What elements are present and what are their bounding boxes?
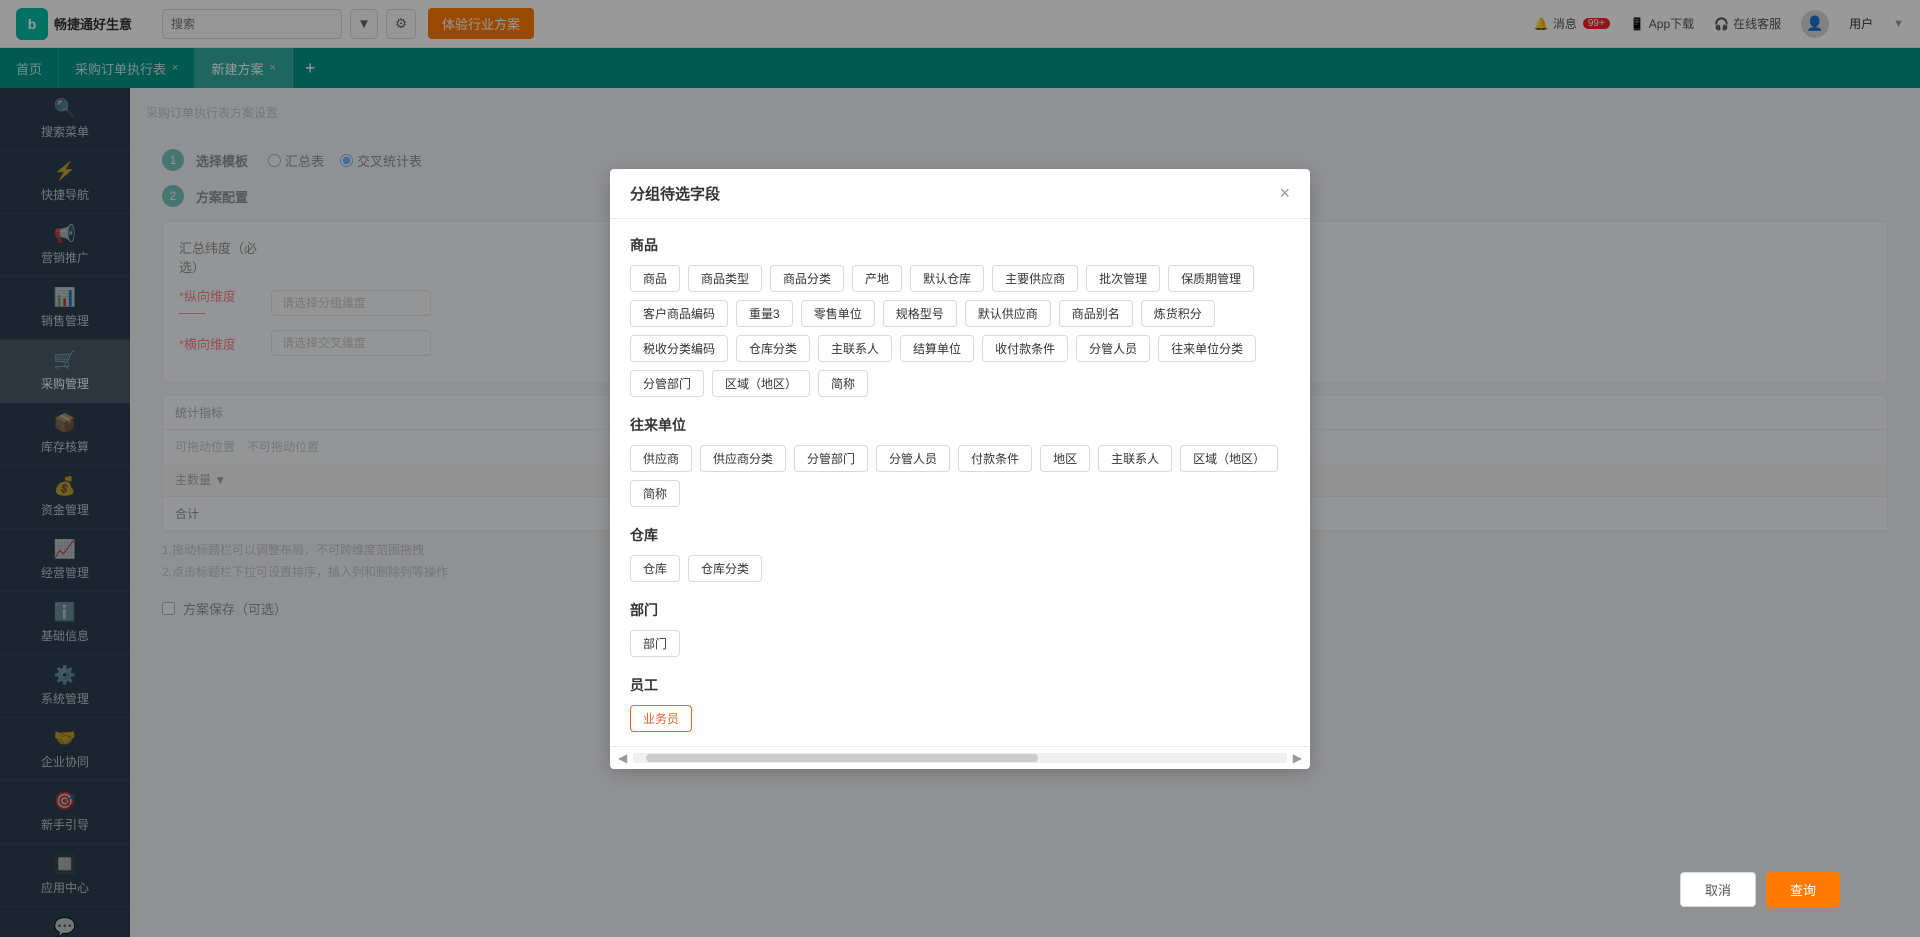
field-tag-settlement-unit[interactable]: 结算单位 [900, 335, 974, 362]
modal-scroll-wrapper: ◀ ▶ [610, 746, 1310, 769]
staff-field-tags: 业务员 [630, 705, 1290, 732]
field-tag-default-supplier[interactable]: 默认供应商 [965, 300, 1051, 327]
field-tag-customer-code[interactable]: 客户商品编码 [630, 300, 728, 327]
goods-field-tags: 商品 商品类型 商品分类 产地 默认仓库 主要供应商 批次管理 保质期管理 客户… [630, 265, 1290, 397]
warehouse-field-tags: 仓库 仓库分类 [630, 555, 1290, 582]
field-tag-partner-supervisor[interactable]: 分管人员 [876, 445, 950, 472]
field-tag-warehouse[interactable]: 仓库 [630, 555, 680, 582]
field-tag-batch-mgmt[interactable]: 批次管理 [1086, 265, 1160, 292]
scroll-right-arrow[interactable]: ▶ [1293, 751, 1302, 765]
field-tag-short-name[interactable]: 简称 [818, 370, 868, 397]
field-tag-supplier-category[interactable]: 供应商分类 [700, 445, 786, 472]
field-tag-main-contact[interactable]: 主联系人 [818, 335, 892, 362]
cancel-button[interactable]: 取消 [1680, 872, 1756, 907]
section-goods-title: 商品 [630, 235, 1290, 255]
dept-field-tags: 部门 [630, 630, 1290, 657]
field-tag-partner-short[interactable]: 简称 [630, 480, 680, 507]
field-tag-partner-contact[interactable]: 主联系人 [1098, 445, 1172, 472]
field-tag-partner-dept[interactable]: 分管部门 [794, 445, 868, 472]
modal-footer-buttons: 取消 查询 [1680, 872, 1840, 907]
field-tag-department[interactable]: 部门 [630, 630, 680, 657]
field-tag-default-warehouse[interactable]: 默认仓库 [910, 265, 984, 292]
field-tag-goods-category[interactable]: 商品分类 [770, 265, 844, 292]
field-tag-goods[interactable]: 商品 [630, 265, 680, 292]
modal-close-btn[interactable]: × [1279, 183, 1290, 204]
scroll-left-arrow[interactable]: ◀ [618, 751, 627, 765]
section-partner-title: 往来单位 [630, 415, 1290, 435]
field-tag-pay-terms[interactable]: 付款条件 [958, 445, 1032, 472]
field-tag-partner-region[interactable]: 区域（地区） [1180, 445, 1278, 472]
field-tag-warehouse-cat[interactable]: 仓库分类 [688, 555, 762, 582]
field-tag-dept[interactable]: 分管部门 [630, 370, 704, 397]
field-tag-partner-category[interactable]: 往来单位分类 [1158, 335, 1256, 362]
field-tag-supplier[interactable]: 供应商 [630, 445, 692, 472]
section-warehouse-title: 仓库 [630, 525, 1290, 545]
field-select-modal: 分组待选字段 × 商品 商品 商品类型 商品分类 产地 默认仓库 主要供应商 批… [610, 169, 1310, 769]
field-tag-spec-model[interactable]: 规格型号 [883, 300, 957, 327]
field-tag-warehouse-category[interactable]: 仓库分类 [736, 335, 810, 362]
field-tag-region[interactable]: 区域（地区） [712, 370, 810, 397]
modal-hscroll-track[interactable] [633, 753, 1287, 763]
field-tag-refine-points[interactable]: 炼货积分 [1141, 300, 1215, 327]
section-dept: 部门 部门 [630, 600, 1290, 657]
modal-hscroll-thumb [646, 754, 1038, 762]
field-tag-salesperson[interactable]: 业务员 [630, 705, 692, 732]
modal-title: 分组待选字段 [630, 183, 720, 204]
field-tag-origin[interactable]: 产地 [852, 265, 902, 292]
field-tag-main-supplier[interactable]: 主要供应商 [992, 265, 1078, 292]
section-goods: 商品 商品 商品类型 商品分类 产地 默认仓库 主要供应商 批次管理 保质期管理… [630, 235, 1290, 397]
field-tag-supervisor[interactable]: 分管人员 [1076, 335, 1150, 362]
confirm-button[interactable]: 查询 [1766, 872, 1840, 907]
section-warehouse: 仓库 仓库 仓库分类 [630, 525, 1290, 582]
field-tag-area[interactable]: 地区 [1040, 445, 1090, 472]
partner-field-tags: 供应商 供应商分类 分管部门 分管人员 付款条件 地区 主联系人 区域（地区） … [630, 445, 1290, 507]
modal-body[interactable]: 商品 商品 商品类型 商品分类 产地 默认仓库 主要供应商 批次管理 保质期管理… [610, 219, 1310, 746]
field-tag-expiry-mgmt[interactable]: 保质期管理 [1168, 265, 1254, 292]
field-tag-tax-code[interactable]: 税收分类编码 [630, 335, 728, 362]
section-staff-title: 员工 [630, 675, 1290, 695]
field-tag-weight3[interactable]: 重量3 [736, 300, 793, 327]
section-partner: 往来单位 供应商 供应商分类 分管部门 分管人员 付款条件 地区 主联系人 区域… [630, 415, 1290, 507]
modal-header: 分组待选字段 × [610, 169, 1310, 219]
field-tag-payment-terms[interactable]: 收付款条件 [982, 335, 1068, 362]
modal-overlay: 分组待选字段 × 商品 商品 商品类型 商品分类 产地 默认仓库 主要供应商 批… [0, 0, 1920, 937]
field-tag-goods-alias[interactable]: 商品别名 [1059, 300, 1133, 327]
section-staff: 员工 业务员 [630, 675, 1290, 732]
section-dept-title: 部门 [630, 600, 1290, 620]
field-tag-goods-type[interactable]: 商品类型 [688, 265, 762, 292]
field-tag-retail-unit[interactable]: 零售单位 [801, 300, 875, 327]
